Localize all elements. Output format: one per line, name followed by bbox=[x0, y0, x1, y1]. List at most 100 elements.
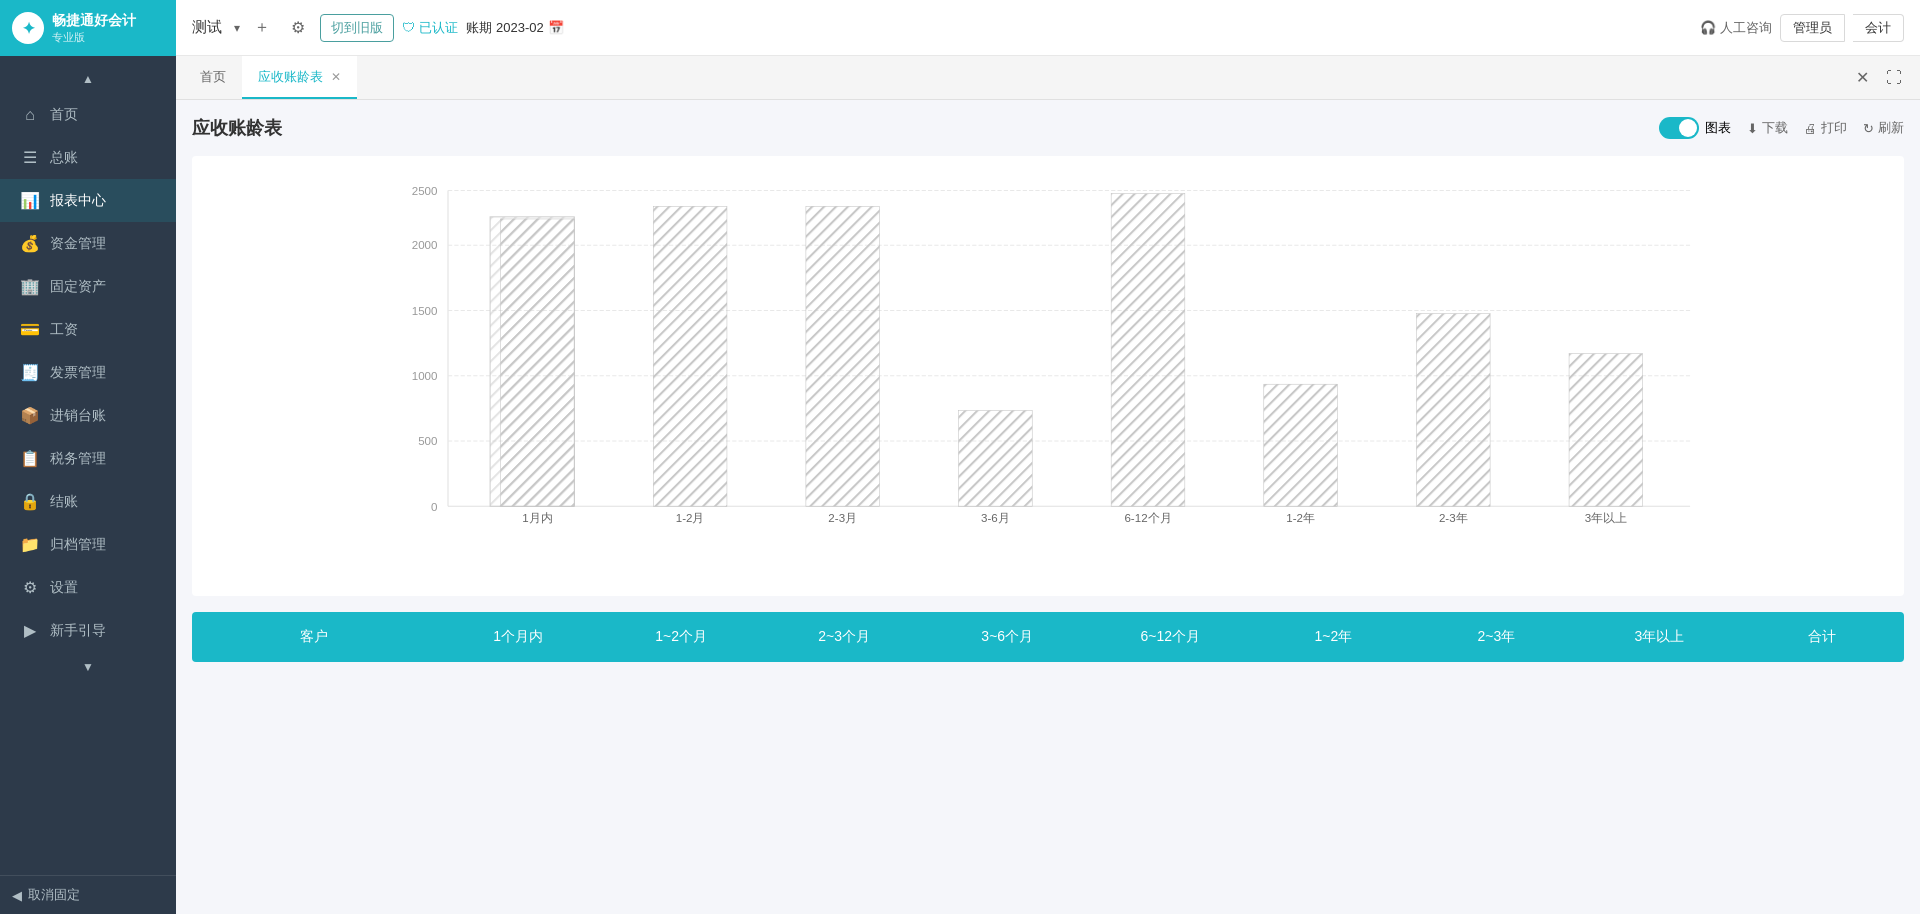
settings-btn[interactable]: ⚙ bbox=[284, 14, 312, 42]
ledger-icon: ☰ bbox=[20, 148, 40, 167]
main-area: 测试 ▾ ＋ ⚙ 切到旧版 🛡 已认证 账期 2023-02 📅 🎧 人工咨询 … bbox=[176, 0, 1920, 914]
pin-icon: ◀ bbox=[12, 888, 22, 903]
table-container: 客户 1个月内 1~2个月 2~3个月 3~6个月 6~12个月 1~2年 2~… bbox=[192, 612, 1904, 662]
content-area: 应收账龄表 图表 ⬇ 下载 🖨 bbox=[176, 100, 1920, 914]
svg-rect-23 bbox=[959, 411, 1033, 507]
bar-chart: 0 500 1000 1500 2000 2500 bbox=[208, 180, 1888, 580]
refresh-btn[interactable]: ↻ 刷新 bbox=[1863, 119, 1904, 137]
svg-rect-31 bbox=[1569, 354, 1643, 507]
table-col-2-3y: 2~3年 bbox=[1415, 612, 1578, 662]
cancel-fixed-label: 取消固定 bbox=[28, 886, 80, 904]
print-label: 打印 bbox=[1821, 119, 1847, 137]
svg-text:1000: 1000 bbox=[412, 370, 438, 382]
sidebar-item-inventory[interactable]: 📦 进销台账 bbox=[0, 394, 176, 437]
tab-aging[interactable]: 应收账龄表 ✕ bbox=[242, 56, 357, 99]
company-name: 测试 bbox=[192, 18, 222, 37]
table-col-1-2m: 1~2个月 bbox=[600, 612, 763, 662]
invoice-icon: 🧾 bbox=[20, 363, 40, 382]
close-tab-btn[interactable]: ✕ bbox=[1848, 64, 1876, 92]
sidebar-item-funds[interactable]: 💰 资金管理 bbox=[0, 222, 176, 265]
shield-icon: 🛡 bbox=[402, 20, 415, 35]
sidebar-item-ledger[interactable]: ☰ 总账 bbox=[0, 136, 176, 179]
tab-home[interactable]: 首页 bbox=[184, 56, 242, 99]
download-btn[interactable]: ⬇ 下载 bbox=[1747, 119, 1788, 137]
app-name-block: 畅捷通好会计 专业版 bbox=[52, 11, 136, 44]
svg-text:2-3年: 2-3年 bbox=[1439, 512, 1468, 524]
toggle-track[interactable] bbox=[1659, 117, 1699, 139]
svg-text:1500: 1500 bbox=[412, 305, 438, 317]
chart-toggle[interactable]: 图表 bbox=[1659, 117, 1731, 139]
sidebar-label-invoice: 发票管理 bbox=[50, 364, 106, 382]
guide-icon: ▶ bbox=[20, 621, 40, 640]
sidebar-label-home: 首页 bbox=[50, 106, 78, 124]
tab-aging-close[interactable]: ✕ bbox=[331, 71, 341, 83]
cancel-fixed-btn[interactable]: ◀ 取消固定 bbox=[0, 875, 176, 914]
svg-text:2-3月: 2-3月 bbox=[828, 512, 857, 524]
salary-icon: 💳 bbox=[20, 320, 40, 339]
role-btn[interactable]: 会计 bbox=[1853, 14, 1904, 42]
archive-icon: 📁 bbox=[20, 535, 40, 554]
user-btn[interactable]: 管理员 bbox=[1780, 14, 1845, 42]
svg-rect-21 bbox=[806, 206, 880, 506]
closing-icon: 🔒 bbox=[20, 492, 40, 511]
expand-tab-btn[interactable]: ⛶ bbox=[1880, 64, 1908, 92]
add-company-btn[interactable]: ＋ bbox=[248, 14, 276, 42]
toggle-thumb bbox=[1679, 119, 1697, 137]
period-label: 账期 bbox=[466, 19, 492, 37]
page-wrapper: 应收账龄表 图表 ⬇ 下载 🖨 bbox=[176, 100, 1920, 914]
funds-icon: 💰 bbox=[20, 234, 40, 253]
company-dropdown-icon[interactable]: ▾ bbox=[234, 21, 240, 35]
sidebar-scroll-down[interactable]: ▼ bbox=[0, 652, 176, 682]
sidebar: ✦ 畅捷通好会计 专业版 ▲ ⌂ 首页 ☰ 总账 📊 报表中心 💰 资金管理 🏢… bbox=[0, 0, 176, 914]
svg-text:1月内: 1月内 bbox=[522, 512, 552, 524]
download-label: 下载 bbox=[1762, 119, 1788, 137]
sidebar-item-closing[interactable]: 🔒 结账 bbox=[0, 480, 176, 523]
certified-badge: 🛡 已认证 bbox=[402, 19, 458, 37]
page-title: 应收账龄表 bbox=[192, 116, 1659, 140]
period-value: 2023-02 bbox=[496, 20, 544, 35]
table-col-customer: 客户 bbox=[192, 612, 437, 662]
svg-text:500: 500 bbox=[418, 435, 437, 447]
svg-text:3年以上: 3年以上 bbox=[1585, 512, 1627, 524]
tab-aging-label: 应收账龄表 bbox=[258, 68, 323, 86]
table-col-2-3m: 2~3个月 bbox=[763, 612, 926, 662]
home-icon: ⌂ bbox=[20, 106, 40, 124]
sidebar-item-home[interactable]: ⌂ 首页 bbox=[0, 94, 176, 136]
switch-version-btn[interactable]: 切到旧版 bbox=[320, 14, 394, 42]
page-content: 应收账龄表 图表 ⬇ 下载 🖨 bbox=[176, 100, 1920, 678]
sidebar-item-assets[interactable]: 🏢 固定资产 bbox=[0, 265, 176, 308]
table-col-3-6m: 3~6个月 bbox=[926, 612, 1089, 662]
sidebar-label-ledger: 总账 bbox=[50, 149, 78, 167]
sidebar-scroll-up[interactable]: ▲ bbox=[0, 64, 176, 94]
sidebar-item-archive[interactable]: 📁 归档管理 bbox=[0, 523, 176, 566]
sidebar-item-guide[interactable]: ▶ 新手引导 bbox=[0, 609, 176, 652]
sidebar-item-settings[interactable]: ⚙ 设置 bbox=[0, 566, 176, 609]
sidebar-logo: ✦ 畅捷通好会计 专业版 bbox=[0, 0, 176, 56]
svg-text:6-12个月: 6-12个月 bbox=[1124, 512, 1171, 524]
sidebar-nav: ▲ ⌂ 首页 ☰ 总账 📊 报表中心 💰 资金管理 🏢 固定资产 💳 工资 🧾 … bbox=[0, 56, 176, 875]
inventory-icon: 📦 bbox=[20, 406, 40, 425]
sidebar-item-reports[interactable]: 📊 报表中心 bbox=[0, 179, 176, 222]
sidebar-item-invoice[interactable]: 🧾 发票管理 bbox=[0, 351, 176, 394]
sidebar-label-tax: 税务管理 bbox=[50, 450, 106, 468]
print-icon: 🖨 bbox=[1804, 121, 1817, 136]
sidebar-item-salary[interactable]: 💳 工资 bbox=[0, 308, 176, 351]
tabbar: 首页 应收账龄表 ✕ ✕ ⛶ bbox=[176, 56, 1920, 100]
consult-btn[interactable]: 🎧 人工咨询 bbox=[1700, 19, 1772, 37]
svg-text:2000: 2000 bbox=[412, 239, 438, 251]
print-btn[interactable]: 🖨 打印 bbox=[1804, 119, 1847, 137]
sidebar-label-closing: 结账 bbox=[50, 493, 78, 511]
calendar-icon[interactable]: 📅 bbox=[548, 20, 564, 35]
svg-text:2500: 2500 bbox=[412, 185, 438, 197]
assets-icon: 🏢 bbox=[20, 277, 40, 296]
sidebar-label-archive: 归档管理 bbox=[50, 536, 106, 554]
tabbar-actions: ✕ ⛶ bbox=[1848, 56, 1912, 99]
certified-label: 已认证 bbox=[419, 19, 458, 37]
sidebar-label-funds: 资金管理 bbox=[50, 235, 106, 253]
sidebar-label-inventory: 进销台账 bbox=[50, 407, 106, 425]
svg-rect-25 bbox=[1111, 194, 1185, 507]
sidebar-label-reports: 报表中心 bbox=[50, 192, 106, 210]
consult-label: 人工咨询 bbox=[1720, 19, 1772, 37]
sidebar-item-tax[interactable]: 📋 税务管理 bbox=[0, 437, 176, 480]
app-logo-icon: ✦ bbox=[12, 12, 44, 44]
